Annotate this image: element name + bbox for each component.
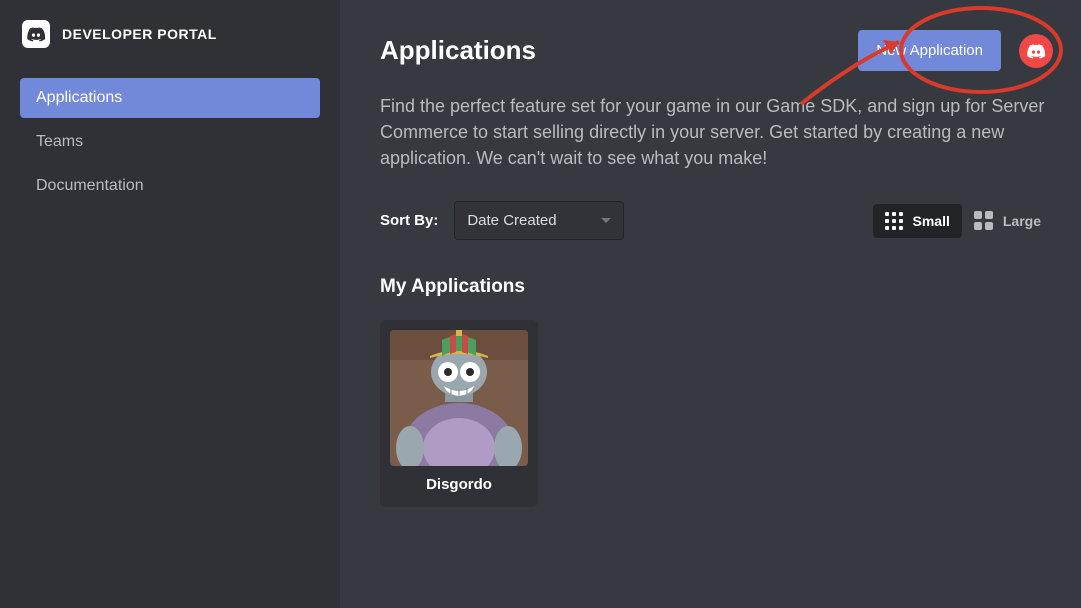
grid-small-icon bbox=[885, 212, 903, 230]
user-avatar[interactable] bbox=[1019, 34, 1053, 68]
sidebar-item-documentation[interactable]: Documentation bbox=[20, 166, 320, 206]
page-description: Find the perfect feature set for your ga… bbox=[380, 93, 1053, 171]
view-small-label: Small bbox=[913, 213, 950, 229]
discord-icon bbox=[1026, 41, 1046, 61]
brand: DEVELOPER PORTAL bbox=[20, 20, 320, 48]
application-card[interactable]: Disgordo bbox=[380, 320, 538, 507]
application-thumbnail bbox=[390, 330, 528, 466]
sidebar-item-applications[interactable]: Applications bbox=[20, 78, 320, 118]
sidebar-item-label: Teams bbox=[36, 133, 83, 150]
chevron-down-icon bbox=[601, 218, 611, 223]
sidebar-item-label: Documentation bbox=[36, 177, 144, 194]
discord-logo-icon bbox=[22, 20, 50, 48]
view-toggle-large[interactable]: Large bbox=[962, 203, 1053, 238]
new-application-button[interactable]: New Application bbox=[858, 30, 1001, 71]
main-content: Applications New Application Find the pe… bbox=[340, 0, 1081, 608]
sidebar-item-teams[interactable]: Teams bbox=[20, 122, 320, 162]
brand-title: DEVELOPER PORTAL bbox=[62, 26, 217, 42]
view-large-label: Large bbox=[1003, 213, 1041, 229]
sidebar-item-label: Applications bbox=[36, 89, 122, 106]
grid-large-icon bbox=[974, 211, 993, 230]
page-title: Applications bbox=[380, 35, 536, 66]
application-name: Disgordo bbox=[390, 476, 528, 493]
my-applications-heading: My Applications bbox=[380, 276, 1053, 298]
sidebar: DEVELOPER PORTAL Applications Teams Docu… bbox=[0, 0, 340, 608]
controls-row: Sort By: Date Created Small Large bbox=[380, 201, 1053, 240]
header-right: New Application bbox=[858, 30, 1053, 71]
view-toggle-small[interactable]: Small bbox=[873, 204, 962, 238]
sort-by-label: Sort By: bbox=[380, 212, 438, 229]
sort-by-select[interactable]: Date Created bbox=[454, 201, 624, 240]
header-row: Applications New Application bbox=[380, 30, 1053, 71]
sort-by-selected: Date Created bbox=[467, 212, 556, 229]
